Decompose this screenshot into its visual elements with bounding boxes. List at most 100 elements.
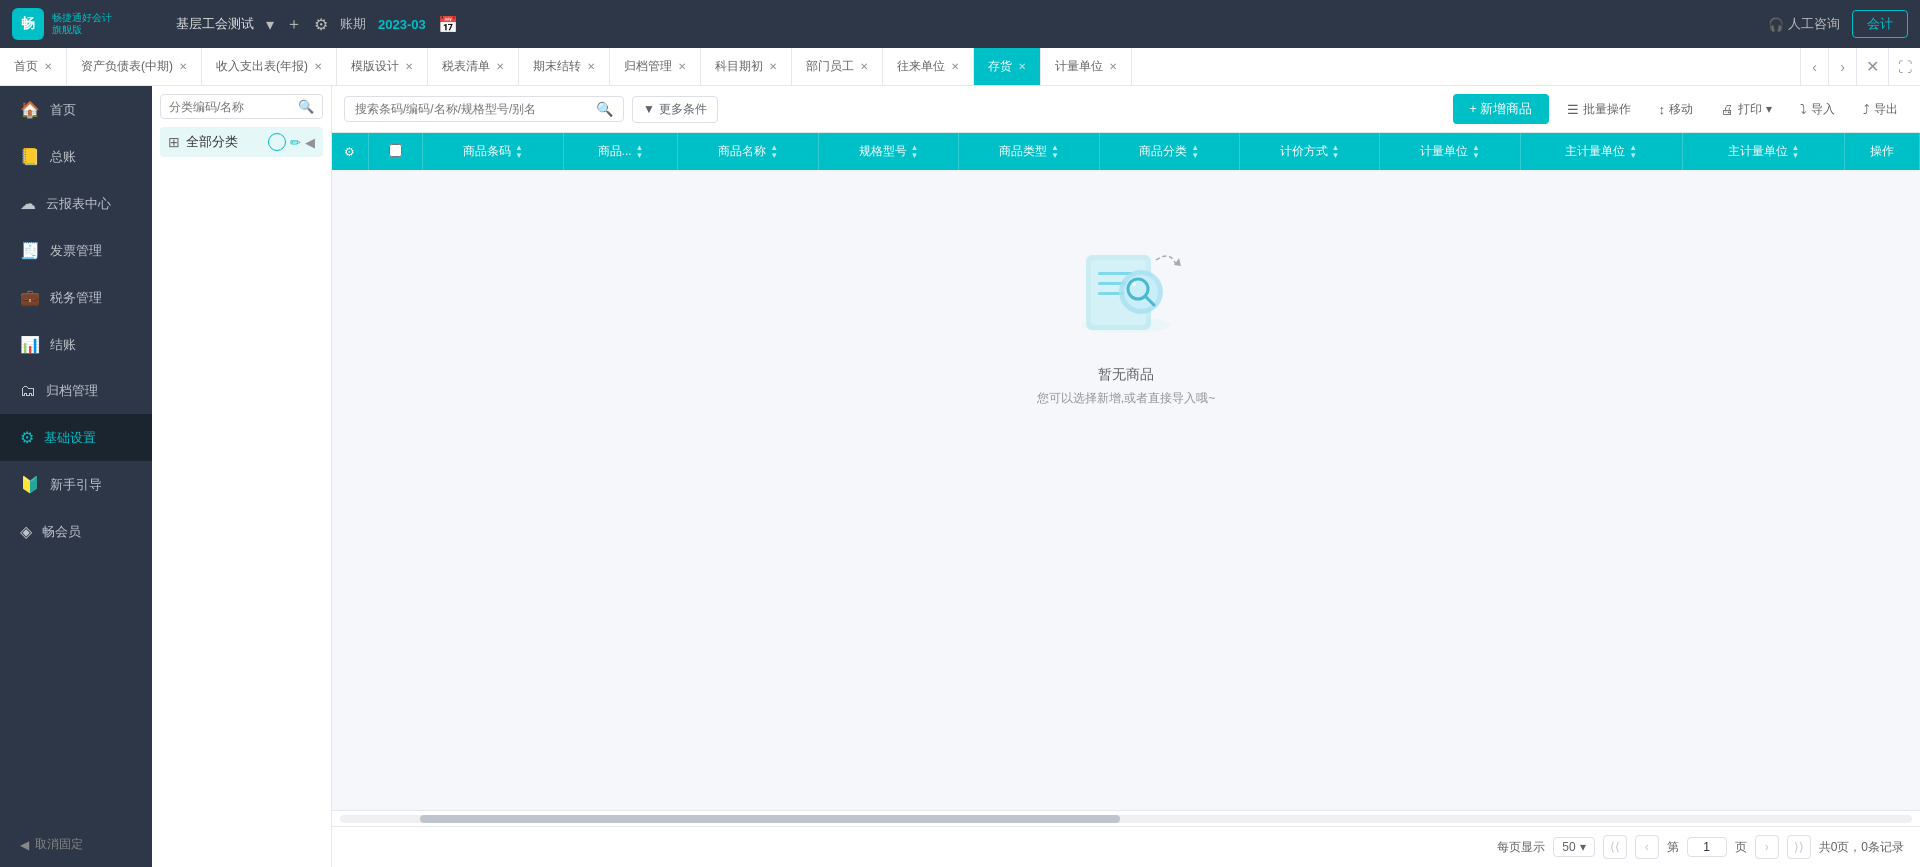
tab-inventory[interactable]: 存货 ✕ (974, 48, 1041, 86)
product-search-box[interactable]: 🔍 (344, 96, 624, 122)
sidebar-item-invoice[interactable]: 🧾 发票管理 (0, 227, 152, 274)
tab-close-all-button[interactable]: ✕ (1856, 48, 1888, 86)
close-icon[interactable]: ✕ (587, 61, 595, 72)
search-icon[interactable]: 🔍 (298, 99, 314, 114)
account-button[interactable]: 会计 (1852, 10, 1908, 38)
close-icon[interactable]: ✕ (769, 61, 777, 72)
calendar-icon[interactable]: 📅 (438, 15, 458, 34)
collapse-icon[interactable]: ◀ (305, 135, 315, 150)
export-icon: ⤴ (1863, 102, 1870, 117)
dropdown-icon[interactable]: ▾ (266, 15, 274, 34)
col-type[interactable]: 商品类型▲▼ (959, 133, 1099, 170)
col-extra[interactable]: 主计量单位▲▼ (1682, 133, 1844, 170)
move-icon: ↕ (1659, 102, 1666, 117)
export-button[interactable]: ⤴ 导出 (1853, 97, 1908, 122)
col-code[interactable]: 商品...▲▼ (563, 133, 678, 170)
product-search-input[interactable] (355, 102, 596, 116)
all-category-label: 全部分类 (186, 133, 238, 151)
page-prev-button[interactable]: ‹ (1635, 835, 1659, 859)
category-search-input[interactable] (169, 100, 298, 114)
tab-subject-init[interactable]: 科目期初 ✕ (701, 48, 792, 86)
sidebar-item-guide[interactable]: 🔰 新手引导 (0, 461, 152, 508)
category-panel: 🔍 ⊞ 全部分类 ✏ ◀ (152, 86, 332, 867)
add-workspace-icon[interactable]: ＋ (286, 14, 302, 35)
sidebar-item-ledger[interactable]: 📒 总账 (0, 133, 152, 180)
page-size-label: 每页显示 (1497, 839, 1545, 856)
select-all-checkbox[interactable] (389, 144, 402, 157)
close-icon[interactable]: ✕ (496, 61, 504, 72)
print-button[interactable]: 🖨 打印 ▾ (1711, 97, 1782, 122)
col-price-method[interactable]: 计价方式▲▼ (1239, 133, 1379, 170)
sidebar-item-reports[interactable]: ☁ 云报表中心 (0, 180, 152, 227)
page-first-button[interactable]: ⟨⟨ (1603, 835, 1627, 859)
empty-state: 暂无商品 您可以选择新增,或者直接导入哦~ (332, 170, 1920, 467)
col-settings[interactable]: ⚙ (332, 133, 368, 170)
sidebar-item-home[interactable]: 🏠 首页 (0, 86, 152, 133)
support-button[interactable]: 🎧 人工咨询 (1768, 15, 1840, 33)
top-bar: 畅 畅捷通好会计 旗舰版 基层工会测试 ▾ ＋ ⚙ 账期 2023-03 📅 🎧… (0, 0, 1920, 48)
col-checkbox[interactable] (368, 133, 423, 170)
tab-template[interactable]: 模版设计 ✕ (337, 48, 428, 86)
category-search-box[interactable]: 🔍 (160, 94, 323, 119)
sidebar: 🏠 首页 📒 总账 ☁ 云报表中心 🧾 发票管理 💼 税务管理 📊 结账 🗂 归… (0, 86, 152, 867)
col-main-unit[interactable]: 主计量单位▲▼ (1520, 133, 1682, 170)
close-icon[interactable]: ✕ (314, 61, 322, 72)
page-number-input[interactable] (1687, 837, 1727, 857)
all-category-item[interactable]: ⊞ 全部分类 ✏ ◀ (160, 127, 323, 157)
scroll-track[interactable] (340, 815, 1912, 823)
sidebar-item-settlement[interactable]: 📊 结账 (0, 321, 152, 368)
import-button[interactable]: ⤵ 导入 (1790, 97, 1845, 122)
sidebar-item-tax[interactable]: 💼 税务管理 (0, 274, 152, 321)
add-product-button[interactable]: + 新增商品 (1453, 94, 1548, 124)
col-spec[interactable]: 规格型号▲▼ (818, 133, 958, 170)
tab-next-button[interactable]: › (1828, 48, 1856, 86)
period-value: 2023-03 (378, 17, 426, 32)
filter-label: 更多条件 (659, 101, 707, 118)
search-icon[interactable]: 🔍 (596, 101, 613, 117)
sort-icon: ▲▼ (1472, 144, 1480, 160)
batch-button[interactable]: ☰ 批量操作 (1557, 97, 1641, 122)
close-icon[interactable]: ✕ (1018, 61, 1026, 72)
col-barcode[interactable]: 商品条码▲▼ (423, 133, 563, 170)
svg-point-11 (1132, 282, 1136, 286)
close-icon[interactable]: ✕ (951, 61, 959, 72)
sidebar-item-archive[interactable]: 🗂 归档管理 (0, 368, 152, 414)
col-name[interactable]: 商品名称▲▼ (678, 133, 818, 170)
move-button[interactable]: ↕ 移动 (1649, 97, 1704, 122)
filter-button[interactable]: ▼ 更多条件 (632, 96, 718, 123)
tab-expand-button[interactable]: ⛶ (1888, 48, 1920, 86)
page-next-button[interactable]: › (1755, 835, 1779, 859)
tab-tax-list[interactable]: 税表清单 ✕ (428, 48, 519, 86)
tab-archive[interactable]: 归档管理 ✕ (610, 48, 701, 86)
edit-icon[interactable]: ✏ (290, 135, 301, 150)
cancel-pin-button[interactable]: ◀ 取消固定 (0, 822, 152, 867)
page-last-button[interactable]: ⟩⟩ (1787, 835, 1811, 859)
scrollbar-area[interactable] (332, 810, 1920, 826)
sidebar-item-member[interactable]: ◈ 畅会员 (0, 508, 152, 555)
close-icon[interactable]: ✕ (44, 61, 52, 72)
member-icon: ◈ (20, 522, 32, 541)
table-area: ⚙ 商品条码▲▼ 商品...▲▼ 商品名称▲▼ (332, 133, 1920, 810)
tab-home[interactable]: 首页 ✕ (0, 48, 67, 86)
close-icon[interactable]: ✕ (405, 61, 413, 72)
sidebar-item-settings[interactable]: ⚙ 基础设置 (0, 414, 152, 461)
close-icon[interactable]: ✕ (179, 61, 187, 72)
tab-dept-staff[interactable]: 部门员工 ✕ (792, 48, 883, 86)
tab-arrows: ‹ › ✕ ⛶ (1800, 48, 1920, 86)
ledger-icon: 📒 (20, 147, 40, 166)
close-icon[interactable]: ✕ (678, 61, 686, 72)
tab-unit[interactable]: 计量单位 ✕ (1041, 48, 1132, 86)
tab-period-close[interactable]: 期末结转 ✕ (519, 48, 610, 86)
guide-icon: 🔰 (20, 475, 40, 494)
tab-balance-mid[interactable]: 资产负债表(中期) ✕ (67, 48, 202, 86)
col-category[interactable]: 商品分类▲▼ (1099, 133, 1239, 170)
col-unit[interactable]: 计量单位▲▼ (1380, 133, 1520, 170)
page-size-select[interactable]: 50 ▾ (1553, 837, 1594, 857)
tab-contacts[interactable]: 往来单位 ✕ (883, 48, 974, 86)
tab-income-year[interactable]: 收入支出表(年报) ✕ (202, 48, 337, 86)
close-icon[interactable]: ✕ (1109, 61, 1117, 72)
settings-icon[interactable]: ⚙ (314, 15, 328, 34)
close-icon[interactable]: ✕ (860, 61, 868, 72)
tab-prev-button[interactable]: ‹ (1800, 48, 1828, 86)
scroll-thumb[interactable] (420, 815, 1120, 823)
